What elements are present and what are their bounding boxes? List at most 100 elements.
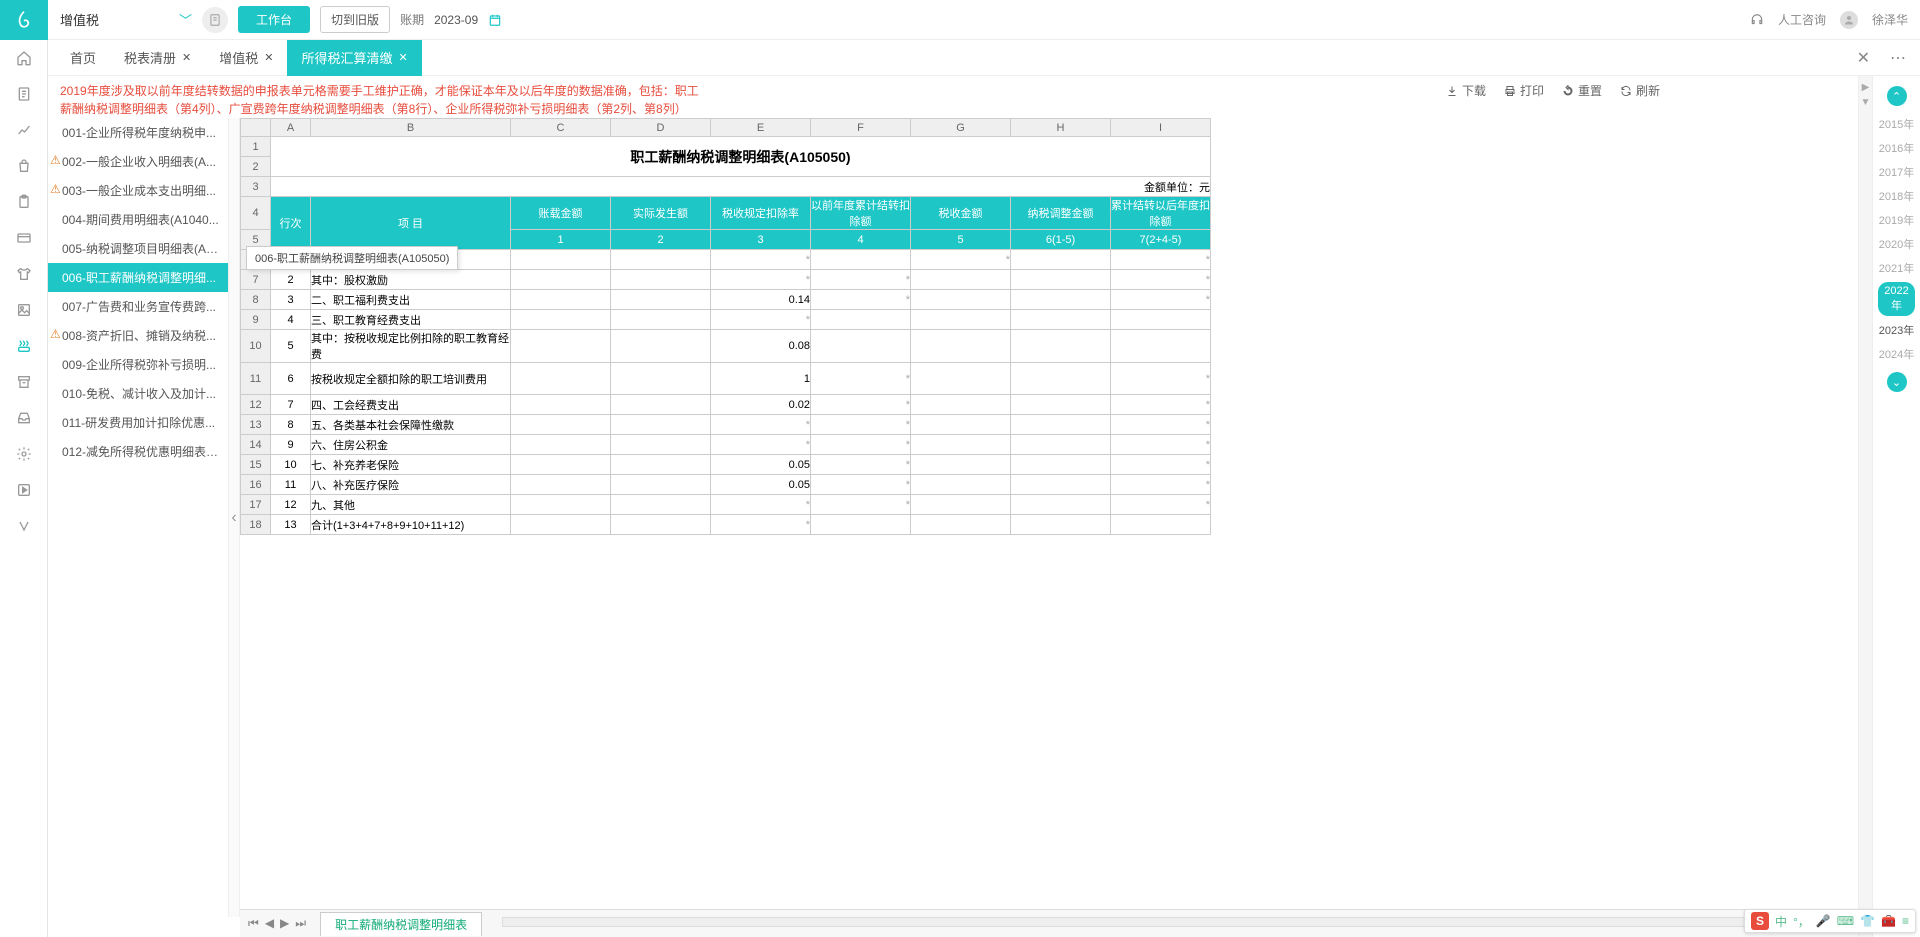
sheet-next-icon[interactable]: ▶ xyxy=(278,916,291,931)
sidebar-item-2[interactable]: ⚠003-一般企业成本支出明细... xyxy=(48,176,228,205)
year-2024年[interactable]: 2024年 xyxy=(1872,342,1920,366)
ime-menu-icon[interactable]: ≡ xyxy=(1902,914,1909,928)
data-cell[interactable] xyxy=(611,270,711,290)
play-icon[interactable] xyxy=(0,472,48,508)
data-cell[interactable]: * xyxy=(711,310,811,330)
data-cell[interactable]: * xyxy=(1111,270,1211,290)
data-cell[interactable]: * xyxy=(911,250,1011,270)
card-icon[interactable] xyxy=(0,220,48,256)
tab-more-icon[interactable]: ⋯ xyxy=(1884,46,1912,70)
data-cell[interactable]: * xyxy=(811,455,911,475)
data-cell[interactable] xyxy=(911,330,1011,363)
data-cell[interactable]: * xyxy=(1111,363,1211,395)
avatar-icon[interactable] xyxy=(1840,11,1858,29)
year-up-icon[interactable]: ⌃ xyxy=(1887,86,1907,106)
data-cell[interactable] xyxy=(611,250,711,270)
data-cell[interactable]: * xyxy=(1111,395,1211,415)
data-cell[interactable] xyxy=(911,455,1011,475)
data-cell[interactable]: * xyxy=(1111,435,1211,455)
data-cell[interactable]: * xyxy=(811,475,911,495)
collapse-handle[interactable]: ‹ xyxy=(228,118,240,917)
username[interactable]: 徐泽华 xyxy=(1872,11,1908,28)
data-cell[interactable] xyxy=(611,395,711,415)
tab-1[interactable]: 税表清册✕ xyxy=(110,40,205,76)
data-cell[interactable] xyxy=(911,395,1011,415)
data-cell[interactable] xyxy=(1011,475,1111,495)
year-2016年[interactable]: 2016年 xyxy=(1872,136,1920,160)
ime-logo-icon[interactable]: S xyxy=(1751,912,1769,930)
data-cell[interactable] xyxy=(911,475,1011,495)
data-cell[interactable]: * xyxy=(1111,415,1211,435)
data-cell[interactable] xyxy=(611,515,711,535)
data-cell[interactable] xyxy=(511,475,611,495)
data-cell[interactable] xyxy=(911,363,1011,395)
steam-icon[interactable] xyxy=(0,328,48,364)
year-2023年[interactable]: 2023年 xyxy=(1872,318,1920,342)
data-cell[interactable] xyxy=(511,415,611,435)
inbox-icon[interactable] xyxy=(0,400,48,436)
data-cell[interactable] xyxy=(611,455,711,475)
data-cell[interactable]: * xyxy=(711,415,811,435)
v-icon[interactable] xyxy=(0,508,48,544)
ime-skin-icon[interactable]: 👕 xyxy=(1860,914,1875,928)
workbench-button[interactable]: 工作台 xyxy=(238,6,310,33)
data-cell[interactable]: * xyxy=(811,415,911,435)
data-cell[interactable] xyxy=(511,250,611,270)
sidebar-item-0[interactable]: 001-企业所得税年度纳税申... xyxy=(48,118,228,147)
sidebar-item-7[interactable]: ⚠008-资产折旧、摊销及纳税... xyxy=(48,321,228,350)
data-cell[interactable]: * xyxy=(811,363,911,395)
data-cell[interactable] xyxy=(1011,330,1111,363)
data-cell[interactable]: 0.05 xyxy=(711,475,811,495)
year-2020年[interactable]: 2020年 xyxy=(1872,232,1920,256)
consult-link[interactable]: 人工咨询 xyxy=(1778,11,1826,28)
chart-icon[interactable] xyxy=(0,112,48,148)
tax-type-selector[interactable]: 增值税 ﹀ xyxy=(60,10,192,29)
tab-close-icon[interactable]: ✕ xyxy=(182,51,191,64)
data-cell[interactable] xyxy=(911,515,1011,535)
data-cell[interactable] xyxy=(511,495,611,515)
doc-icon[interactable] xyxy=(0,76,48,112)
data-cell[interactable] xyxy=(611,495,711,515)
year-2019年[interactable]: 2019年 xyxy=(1872,208,1920,232)
data-cell[interactable] xyxy=(811,515,911,535)
data-cell[interactable] xyxy=(611,475,711,495)
data-cell[interactable]: * xyxy=(811,435,911,455)
data-cell[interactable] xyxy=(611,330,711,363)
ime-keyboard-icon[interactable]: ⌨ xyxy=(1837,914,1854,928)
print-button[interactable]: 打印 xyxy=(1504,82,1544,99)
data-cell[interactable]: 1 xyxy=(711,363,811,395)
year-down-icon[interactable]: ⌄ xyxy=(1887,372,1907,392)
sidebar-item-1[interactable]: ⚠002-一般企业收入明细表(A... xyxy=(48,147,228,176)
ime-mic-icon[interactable]: 🎤 xyxy=(1816,914,1831,928)
bag-icon[interactable] xyxy=(0,148,48,184)
ime-punct-icon[interactable]: °， xyxy=(1793,913,1810,930)
image-icon[interactable] xyxy=(0,292,48,328)
sheet-last-icon[interactable]: ⏭ xyxy=(293,916,308,931)
data-cell[interactable]: * xyxy=(811,495,911,515)
data-cell[interactable] xyxy=(1011,395,1111,415)
shirt-icon[interactable] xyxy=(0,256,48,292)
data-cell[interactable] xyxy=(1111,330,1211,363)
data-cell[interactable] xyxy=(911,310,1011,330)
sidebar-item-9[interactable]: 010-免税、减计收入及加计... xyxy=(48,379,228,408)
data-cell[interactable] xyxy=(511,363,611,395)
home-icon[interactable] xyxy=(0,40,48,76)
data-cell[interactable] xyxy=(1011,435,1111,455)
sheet-first-icon[interactable]: ⏮ xyxy=(246,916,261,931)
reset-button[interactable]: 重置 xyxy=(1562,82,1602,99)
data-cell[interactable] xyxy=(1011,250,1111,270)
tab-close-icon[interactable]: ✕ xyxy=(399,51,408,64)
data-cell[interactable]: * xyxy=(811,395,911,415)
sheet-prev-icon[interactable]: ◀ xyxy=(263,916,276,931)
data-cell[interactable] xyxy=(1011,363,1111,395)
expand-right-icon[interactable]: ▶ xyxy=(1862,82,1870,93)
sidebar-item-8[interactable]: 009-企业所得税弥补亏损明... xyxy=(48,350,228,379)
sidebar-item-3[interactable]: 004-期间费用明细表(A1040... xyxy=(48,205,228,234)
data-cell[interactable] xyxy=(511,515,611,535)
refresh-button[interactable]: 刷新 xyxy=(1620,82,1660,99)
data-cell[interactable] xyxy=(1011,495,1111,515)
year-2017年[interactable]: 2017年 xyxy=(1872,160,1920,184)
data-cell[interactable] xyxy=(1011,515,1111,535)
headset-icon[interactable] xyxy=(1750,13,1764,27)
data-cell[interactable] xyxy=(511,395,611,415)
